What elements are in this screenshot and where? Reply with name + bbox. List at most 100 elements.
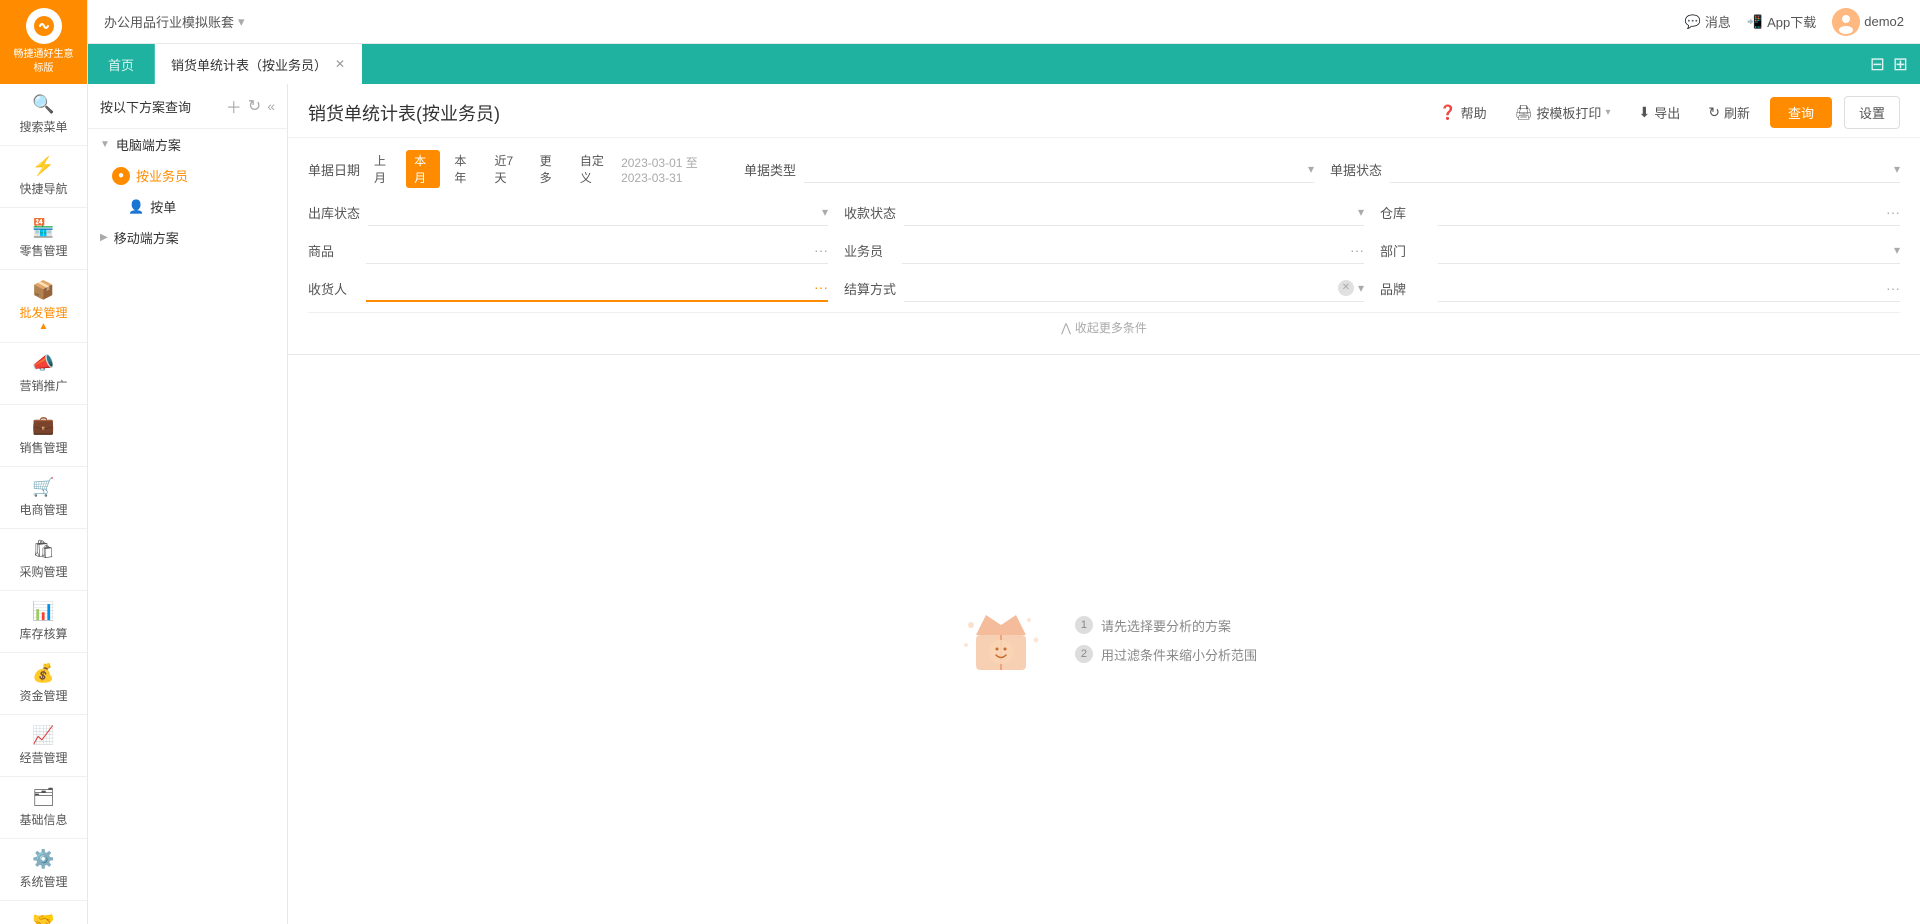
filter-collect-status: 收款状态 ▾ xyxy=(844,198,1364,226)
filter-warehouse: 仓库 ··· xyxy=(1380,198,1900,226)
topbar-right: 💬 消息 📲 App下载 demo2 xyxy=(1685,8,1904,36)
tree-item-salesman[interactable]: ● 按业务员 xyxy=(88,160,287,191)
sidebar-item-sales[interactable]: 💼 销售管理 xyxy=(0,405,87,467)
sidebar-item-ecommerce[interactable]: 🛒 电商管理 xyxy=(0,467,87,529)
brand-label: 品牌 xyxy=(1380,279,1430,298)
help-btn[interactable]: ❓ 帮助 xyxy=(1431,99,1494,126)
sidebar-item-inventory[interactable]: 📊 库存核算 xyxy=(0,591,87,653)
dept-control[interactable]: ▾ xyxy=(1438,236,1900,264)
tip-text-1: 请先选择要分析的方案 xyxy=(1101,616,1231,635)
sidebar-search[interactable]: 🔍 搜索菜单 xyxy=(0,84,87,146)
ecommerce-icon: 🛒 xyxy=(32,477,54,498)
tab-maximize-icon[interactable]: ⊞ xyxy=(1893,54,1908,75)
receiver-control[interactable]: ··· xyxy=(366,274,828,302)
sidebar-item-operation[interactable]: 📈 经营管理 xyxy=(0,715,87,777)
wholesale-arrow: ▲ xyxy=(39,321,49,332)
download-icon: 📲 xyxy=(1747,14,1763,30)
sidebar-item-purchase[interactable]: 🛍 采购管理 xyxy=(0,529,87,591)
refresh-scheme-icon[interactable]: ↻ xyxy=(248,96,261,116)
tab-minimize-icon[interactable]: ⊟ xyxy=(1870,54,1885,75)
goods-control[interactable]: ··· xyxy=(366,236,828,264)
sidebar-shortcut[interactable]: ⚡ 快捷导航 xyxy=(0,146,87,208)
filter-row-1: 单据日期 上月 本月 本年 近7天 更多 自定义 2023-03-01 至 20… xyxy=(308,150,1900,188)
avatar xyxy=(1832,8,1860,36)
empty-state: 1 请先选择要分析的方案 2 用过滤条件来缩小分析范围 xyxy=(288,355,1920,924)
date-btn-custom[interactable]: 自定义 xyxy=(572,150,615,188)
export-btn[interactable]: ⬇ 导出 xyxy=(1630,99,1688,126)
filter-brand: 品牌 ··· xyxy=(1380,274,1900,302)
account-dropdown[interactable]: 办公用品行业模拟账套 ▾ xyxy=(104,12,245,31)
date-btn-this-year[interactable]: 本年 xyxy=(446,150,480,188)
operation-icon: 📈 xyxy=(32,725,54,746)
add-scheme-icon[interactable]: ＋ xyxy=(226,94,242,118)
payment-control[interactable]: ✕ ▾ xyxy=(904,274,1364,302)
tree-root: ▼ 电脑端方案 ● 按业务员 👤 按单 ▶ 移动端方案 xyxy=(88,129,287,253)
user-icon: 👤 xyxy=(128,199,144,215)
out-status-arrow-icon: ▾ xyxy=(822,205,828,219)
sidebar-item-enterprise[interactable]: 🤝 企业协同 xyxy=(0,901,87,924)
logo-text: 畅捷通好生意 标版 xyxy=(14,48,74,76)
username-label: demo2 xyxy=(1864,14,1904,29)
dept-label: 部门 xyxy=(1380,241,1430,260)
page-title: 销货单统计表(按业务员) xyxy=(308,100,500,126)
salesman-control[interactable]: ··· xyxy=(902,236,1364,264)
tab-home[interactable]: 首页 xyxy=(88,44,155,84)
inventory-icon: 📊 xyxy=(32,601,54,622)
filter-goods: 商品 ··· xyxy=(308,236,828,264)
topbar: 办公用品行业模拟账套 ▾ 💬 消息 📲 App下载 xyxy=(88,0,1920,44)
goods-dots-icon: ··· xyxy=(814,242,828,258)
date-btn-7days[interactable]: 近7天 xyxy=(486,150,525,188)
warehouse-control[interactable]: ··· xyxy=(1438,198,1900,226)
brand-control[interactable]: ··· xyxy=(1438,274,1900,302)
export-icon: ⬇ xyxy=(1638,104,1650,121)
doc-type-control[interactable]: ▾ xyxy=(804,155,1314,183)
tree-item-bidan[interactable]: 👤 按单 xyxy=(88,191,287,222)
settings-button[interactable]: 设置 xyxy=(1844,96,1900,129)
print-dropdown-arrow: ▾ xyxy=(1605,107,1610,118)
tree-item-mobile[interactable]: ▶ 移动端方案 xyxy=(88,222,287,253)
search-icon: 🔍 xyxy=(32,94,54,115)
content-area: 按以下方案查询 ＋ ↻ « ▼ 电脑端方案 ● 按业务员 👤 xyxy=(88,84,1920,924)
collapse-panel-icon[interactable]: « xyxy=(267,98,275,114)
date-btn-this-month[interactable]: 本月 xyxy=(406,150,440,188)
sidebar-item-system[interactable]: ⚙️ 系统管理 xyxy=(0,839,87,901)
payment-clear-icon[interactable]: ✕ xyxy=(1338,280,1354,296)
sidebar-item-basic[interactable]: 🗂 基础信息 xyxy=(0,777,87,839)
tree-item-pc[interactable]: ▼ 电脑端方案 xyxy=(88,129,287,160)
sidebar-item-wholesale[interactable]: 📦 批发管理 ▲ xyxy=(0,270,87,343)
panel-header-actions: ＋ ↻ « xyxy=(226,94,275,118)
tab-close-icon[interactable]: ✕ xyxy=(335,57,345,71)
tip-text-2: 用过滤条件来缩小分析范围 xyxy=(1101,645,1257,664)
doc-status-control[interactable]: ▾ xyxy=(1390,155,1900,183)
date-btn-more[interactable]: 更多 xyxy=(532,150,566,188)
collect-status-control[interactable]: ▾ xyxy=(904,198,1364,226)
app-download-btn[interactable]: 📲 App下载 xyxy=(1747,12,1816,31)
tree-label-pc: 电脑端方案 xyxy=(116,135,181,154)
query-button[interactable]: 查询 xyxy=(1770,97,1832,128)
collapse-label: 收起更多条件 xyxy=(1075,319,1147,336)
refresh-btn[interactable]: ↻ 刷新 xyxy=(1700,99,1758,126)
sidebar-item-marketing[interactable]: 📣 营销推广 xyxy=(0,343,87,405)
message-btn[interactable]: 💬 消息 xyxy=(1685,12,1731,31)
marketing-icon: 📣 xyxy=(32,353,54,374)
sidebar-item-finance[interactable]: 💰 资金管理 xyxy=(0,653,87,715)
sidebar-item-retail[interactable]: 🏪 零售管理 xyxy=(0,208,87,270)
print-icon: 🖨 xyxy=(1515,104,1533,121)
tree-label-mobile: 移动端方案 xyxy=(114,228,179,247)
refresh-icon: ↻ xyxy=(1708,104,1720,121)
out-status-control[interactable]: ▾ xyxy=(368,198,828,226)
date-btn-last-month[interactable]: 上月 xyxy=(366,150,400,188)
basic-icon: 🗂 xyxy=(32,787,55,808)
user-menu[interactable]: demo2 xyxy=(1832,8,1904,36)
date-filter: 上月 本月 本年 近7天 更多 自定义 2023-03-01 至 2023-03… xyxy=(366,150,728,188)
filter-doc-type: 单据类型 ▾ xyxy=(744,155,1314,183)
tab-actions: ⊟ ⊞ xyxy=(1870,54,1920,75)
empty-illustration xyxy=(951,590,1051,690)
sales-icon: 💼 xyxy=(32,415,54,436)
page-actions: ❓ 帮助 🖨 按模板打印 ▾ ⬇ 导出 ↻ 刷新 xyxy=(1431,96,1900,129)
collapse-more-btn[interactable]: ⋀ 收起更多条件 xyxy=(308,312,1900,342)
template-print-btn[interactable]: 🖨 按模板打印 ▾ xyxy=(1507,99,1619,126)
doc-type-label: 单据类型 xyxy=(744,160,796,179)
tab-sales-stat[interactable]: 销货单统计表（按业务员） ✕ xyxy=(155,44,362,84)
tree-arrow-mobile: ▶ xyxy=(100,232,108,243)
